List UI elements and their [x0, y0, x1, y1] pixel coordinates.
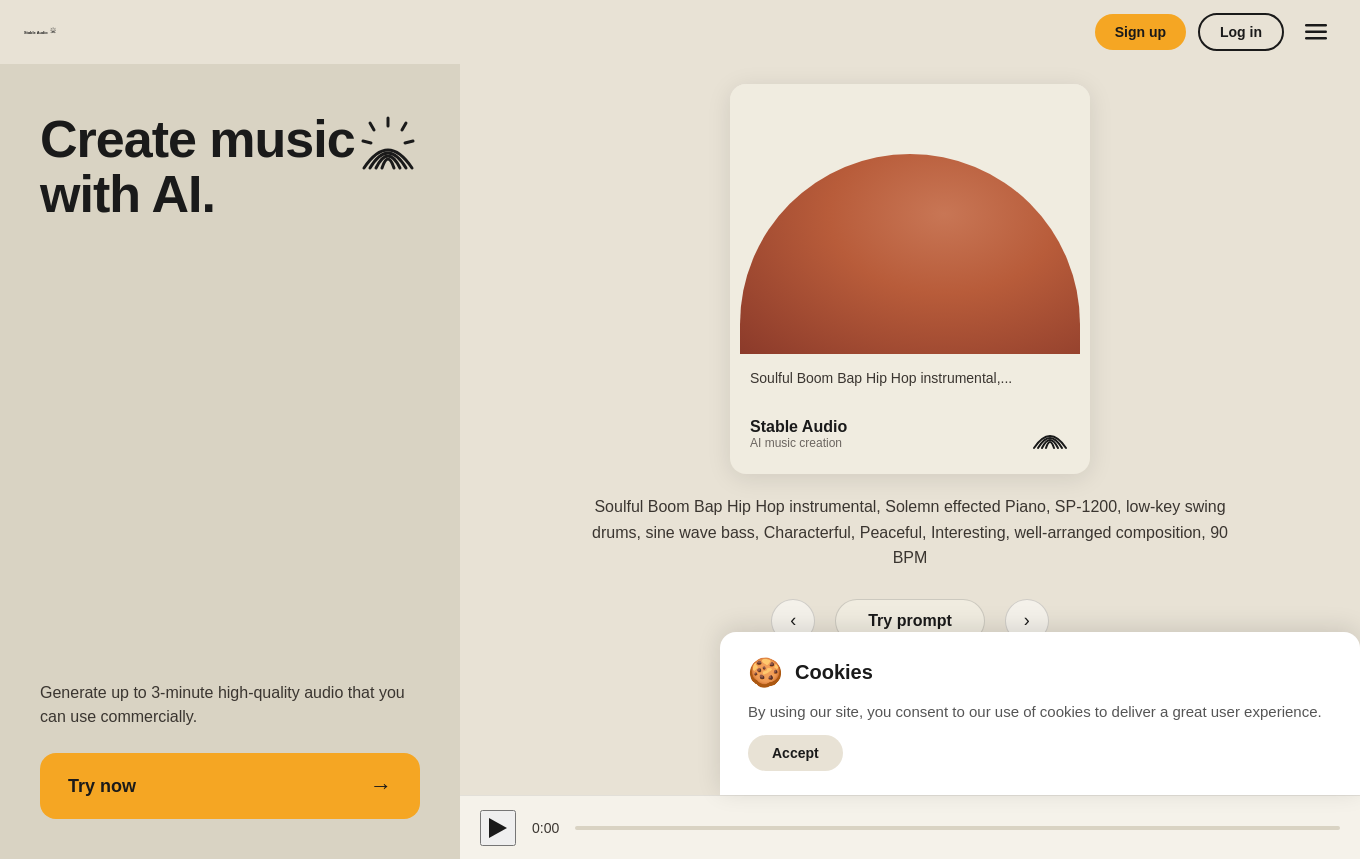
svg-rect-6	[1305, 24, 1327, 27]
audio-player: 0:00	[460, 795, 1360, 859]
album-brand-sub: AI music creation	[750, 436, 847, 450]
album-footer: Stable Audio AI music creation	[730, 390, 1090, 474]
next-icon: ›	[1024, 610, 1030, 631]
svg-rect-8	[1305, 37, 1327, 40]
album-brand: Stable Audio AI music creation	[750, 418, 847, 450]
svg-line-10	[402, 123, 406, 130]
cookie-header: 🍪 Cookies	[748, 656, 1332, 689]
cookie-title: Cookies	[795, 661, 873, 684]
svg-text:Stable Audio: Stable Audio	[24, 30, 48, 35]
album-brand-name: Stable Audio	[750, 418, 847, 436]
try-now-button[interactable]: Try now →	[40, 753, 420, 819]
hamburger-icon	[1305, 24, 1327, 40]
hero-title: Create music with AI.	[40, 112, 355, 221]
nav-actions: Sign up Log in	[1095, 12, 1336, 52]
login-button[interactable]: Log in	[1198, 13, 1284, 51]
try-now-arrow-icon: →	[370, 773, 392, 799]
left-panel: Create music with AI.	[0, 64, 460, 859]
svg-rect-7	[1305, 31, 1327, 34]
time-display: 0:00	[532, 820, 559, 836]
svg-line-11	[405, 141, 413, 143]
play-icon	[489, 818, 507, 838]
navbar: Stable Audio Sign up Log in	[0, 0, 1360, 64]
svg-marker-14	[489, 818, 507, 838]
svg-line-13	[363, 141, 371, 143]
cookie-banner: 🍪 Cookies By using our site, you consent…	[720, 632, 1360, 796]
svg-line-2	[55, 28, 56, 29]
left-content: Create music with AI.	[40, 112, 420, 681]
accept-cookies-button[interactable]: Accept	[748, 735, 843, 771]
svg-line-4	[51, 28, 52, 29]
menu-button[interactable]	[1296, 12, 1336, 52]
album-brand-icon	[1030, 414, 1070, 454]
cookie-emoji-icon: 🍪	[748, 656, 783, 689]
signup-button[interactable]: Sign up	[1095, 14, 1186, 50]
album-title: Soulful Boom Bap Hip Hop instrumental,..…	[730, 354, 1090, 390]
main-layout: Create music with AI.	[0, 64, 1360, 859]
prev-icon: ‹	[790, 610, 796, 631]
album-card: Soulful Boom Bap Hip Hop instrumental,..…	[730, 84, 1090, 474]
logo-icon: Stable Audio	[24, 16, 56, 48]
prompt-description: Soulful Boom Bap Hip Hop instrumental, S…	[580, 494, 1240, 571]
right-panel: Soulful Boom Bap Hip Hop instrumental,..…	[460, 64, 1360, 859]
progress-bar[interactable]	[575, 826, 1340, 830]
logo: Stable Audio	[24, 16, 56, 48]
try-now-label: Try now	[68, 776, 136, 797]
hero-icon	[356, 116, 420, 180]
svg-line-12	[370, 123, 374, 130]
album-semicircle	[740, 154, 1080, 354]
left-header: Create music with AI.	[40, 112, 420, 221]
cookie-description: By using our site, you consent to our us…	[748, 701, 1332, 724]
generate-text: Generate up to 3-minute high-quality aud…	[40, 681, 420, 729]
left-footer: Generate up to 3-minute high-quality aud…	[40, 681, 420, 819]
play-button[interactable]	[480, 810, 516, 846]
album-artwork	[730, 84, 1090, 354]
